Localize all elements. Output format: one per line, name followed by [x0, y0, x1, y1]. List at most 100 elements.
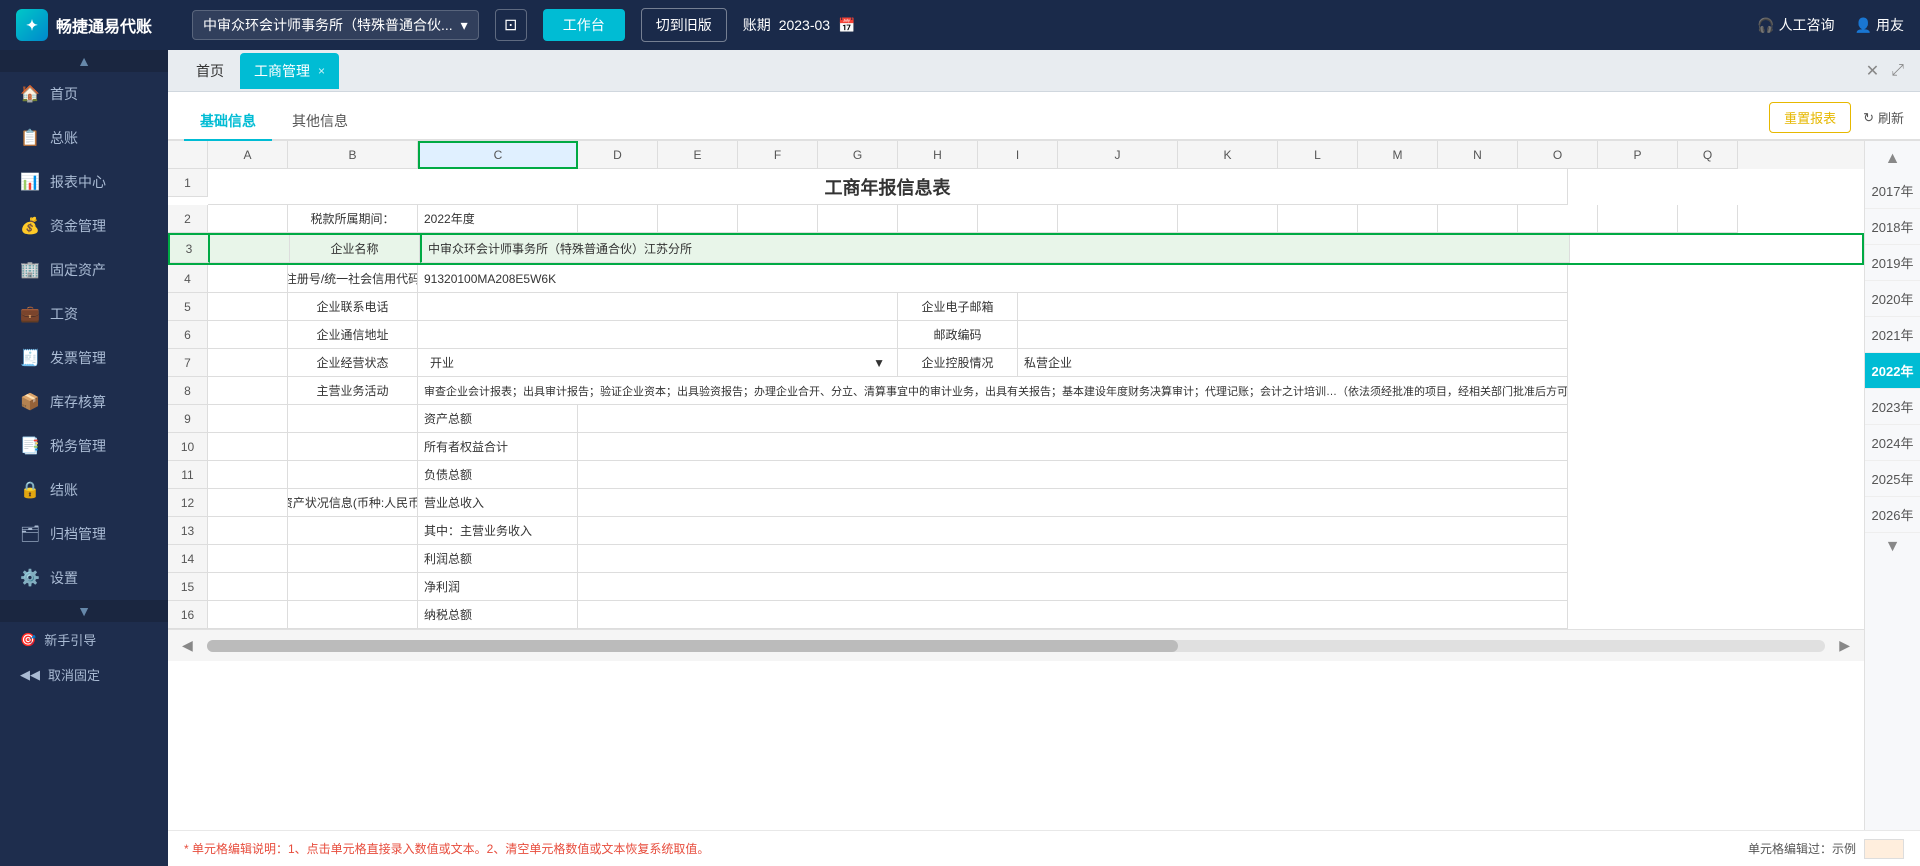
sidebar-scroll-down[interactable]: ▼ — [0, 600, 168, 622]
inner-tabs-right: 重置报表 ↻ 刷新 — [1769, 102, 1904, 139]
tab-basic-info[interactable]: 基础信息 — [184, 103, 272, 141]
period-label: 账期 — [743, 15, 771, 35]
col-header-H: H — [898, 141, 978, 169]
year-2023[interactable]: 2023年 — [1865, 389, 1920, 425]
company-selector[interactable]: 中审众环会计师事务所（特殊普通合伙... ▾ — [192, 10, 479, 40]
row-num-header — [168, 141, 208, 169]
year-2026[interactable]: 2026年 — [1865, 497, 1920, 533]
bottom-scroll-bar: ◀ ▶ — [168, 629, 1864, 661]
year-2020[interactable]: 2020年 — [1865, 281, 1920, 317]
cell-2b[interactable]: 税款所属期间： — [288, 205, 418, 233]
window-close-icon[interactable]: ✕ — [1866, 61, 1879, 81]
old-version-button[interactable]: 切到旧版 — [641, 8, 727, 42]
sidebar-scroll-up[interactable]: ▲ — [0, 50, 168, 72]
sidebar-item-reports[interactable]: 📊 报表中心 — [0, 160, 168, 204]
col-header-row: A B C D E F G H I J K L M N O — [168, 141, 1864, 169]
title-cell[interactable]: 工商年报信息表 — [208, 169, 1568, 205]
tab-bar-right: ✕ ⤢ — [1866, 61, 1904, 81]
table-row: 4 注册号/统一社会信用代码 91320100MA208E5W6K — [168, 265, 1864, 293]
cell-4b[interactable]: 注册号/统一社会信用代码 — [288, 265, 418, 293]
calendar-icon[interactable]: 📅 — [838, 17, 855, 34]
refresh-icon: ↻ — [1863, 110, 1874, 126]
year-2025[interactable]: 2025年 — [1865, 461, 1920, 497]
header-right: 🎧 人工咨询 👤 用友 — [1757, 15, 1904, 35]
spreadsheet-main[interactable]: A B C D E F G H I J K L M N O — [168, 141, 1864, 830]
table-row: 7 企业经营状态 开业 ▼ 企业控股情况 私营企业 — [168, 349, 1864, 377]
tab-other-info[interactable]: 其他信息 — [276, 103, 364, 141]
cell-3b[interactable]: 企业名称 — [290, 235, 420, 263]
window-maximize-icon[interactable]: ⤢ — [1891, 62, 1904, 80]
sidebar-item-funds[interactable]: 💰 资金管理 — [0, 204, 168, 248]
workbench-button[interactable]: 工作台 — [543, 9, 625, 41]
scroll-left-icon[interactable]: ◀ — [176, 635, 199, 656]
company-name-text: 中审众环会计师事务所（特殊普通合伙... — [203, 15, 453, 35]
tab-active-label: 工商管理 — [254, 61, 310, 81]
sidebar-item-label: 设置 — [50, 568, 78, 588]
cell-3a[interactable] — [210, 235, 290, 263]
status-right: 单元格编辑过：示例 — [1748, 839, 1904, 859]
scrollbar-thumb[interactable] — [207, 640, 1178, 652]
cell-2c[interactable]: 2022年度 — [418, 205, 578, 233]
consulting-button[interactable]: 🎧 人工咨询 — [1757, 15, 1834, 35]
sidebar-item-label: 报表中心 — [50, 172, 106, 192]
year-nav-down[interactable]: ▼ — [1865, 533, 1920, 561]
year-2018[interactable]: 2018年 — [1865, 209, 1920, 245]
table-row: 12 企业资产状况信息(币种:人民币万元) 营业总收入 — [168, 489, 1864, 517]
cell-2a[interactable] — [208, 205, 288, 233]
col-header-K: K — [1178, 141, 1278, 169]
sidebar-item-tax[interactable]: 📑 税务管理 — [0, 424, 168, 468]
year-2022[interactable]: 2022年 — [1865, 353, 1920, 389]
sidebar-item-settings[interactable]: ⚙️ 设置 — [0, 556, 168, 600]
sidebar-item-label: 工资 — [50, 304, 78, 324]
year-2021[interactable]: 2021年 — [1865, 317, 1920, 353]
tab-home[interactable]: 首页 — [184, 53, 236, 89]
table-row: 16 纳税总额 — [168, 601, 1864, 629]
sidebar-item-close[interactable]: 🔒 结账 — [0, 468, 168, 512]
col-header-G: G — [818, 141, 898, 169]
sidebar-item-home[interactable]: 🏠 首页 — [0, 72, 168, 116]
inner-panel: 基础信息 其他信息 重置报表 ↻ 刷新 — [168, 92, 1920, 866]
sidebar-item-payroll[interactable]: 💼 工资 — [0, 292, 168, 336]
horizontal-scrollbar[interactable] — [207, 640, 1825, 652]
funds-icon: 💰 — [20, 216, 40, 236]
sidebar-item-inventory[interactable]: 📦 库存核算 — [0, 380, 168, 424]
sidebar-item-label: 结账 — [50, 480, 78, 500]
year-2019[interactable]: 2019年 — [1865, 245, 1920, 281]
tab-active-business[interactable]: 工商管理 × — [240, 53, 339, 89]
year-nav-up[interactable]: ▲ — [1865, 145, 1920, 173]
tab-close-icon[interactable]: × — [318, 64, 325, 78]
inner-tabs-left: 基础信息 其他信息 — [184, 103, 364, 139]
close-period-icon: 🔒 — [20, 480, 40, 500]
period-value: 2023-03 — [779, 17, 830, 33]
sidebar-item-unpin[interactable]: ◀◀ 取消固定 — [0, 657, 168, 692]
sidebar-item-assets[interactable]: 🏢 固定资产 — [0, 248, 168, 292]
company-icon-button[interactable]: ⊡ — [495, 9, 527, 41]
col-header-O: O — [1518, 141, 1598, 169]
year-2017[interactable]: 2017年 — [1865, 173, 1920, 209]
ledger-icon: 📋 — [20, 128, 40, 148]
home-icon: 🏠 — [20, 84, 40, 104]
col-header-M: M — [1358, 141, 1438, 169]
sidebar-item-guide[interactable]: 🎯 新手引导 — [0, 622, 168, 657]
col-header-F: F — [738, 141, 818, 169]
status-hint: * 单元格编辑说明：1、点击单元格直接录入数值或文本。2、清空单元格数值或文本恢… — [184, 840, 709, 857]
reset-report-button[interactable]: 重置报表 — [1769, 102, 1851, 133]
content-area: 首页 工商管理 × ✕ ⤢ 基础信息 其他信息 重置报表 — [168, 50, 1920, 866]
table-row: 9 资产总额 — [168, 405, 1864, 433]
unpin-label: 取消固定 — [48, 665, 100, 684]
table-row: 2 税款所属期间： 2022年度 — [168, 205, 1864, 233]
year-2024[interactable]: 2024年 — [1865, 425, 1920, 461]
sidebar-item-invoice[interactable]: 🧾 发票管理 — [0, 336, 168, 380]
sidebar-item-ledger[interactable]: 📋 总账 — [0, 116, 168, 160]
sidebar-item-archive[interactable]: 🗂 归档管理 — [0, 512, 168, 556]
user-label: 用友 — [1876, 15, 1904, 35]
cell-4c-merged[interactable]: 91320100MA208E5W6K — [418, 265, 1568, 293]
cell-3c-merged[interactable]: 中审众环会计师事务所（特殊普通合伙）江苏分所 — [420, 235, 1570, 263]
inner-tabs: 基础信息 其他信息 重置报表 ↻ 刷新 — [168, 92, 1920, 141]
user-button[interactable]: 👤 用友 — [1855, 15, 1904, 35]
sidebar: ▲ 🏠 首页 📋 总账 📊 报表中心 💰 资金管理 🏢 固定资产 💼 工资 🧾 … — [0, 50, 168, 866]
scroll-right-icon[interactable]: ▶ — [1833, 635, 1856, 656]
dropdown-arrow-icon[interactable]: ▼ — [873, 356, 885, 370]
unpin-icon: ◀◀ — [20, 667, 40, 683]
refresh-button[interactable]: ↻ 刷新 — [1863, 108, 1904, 127]
